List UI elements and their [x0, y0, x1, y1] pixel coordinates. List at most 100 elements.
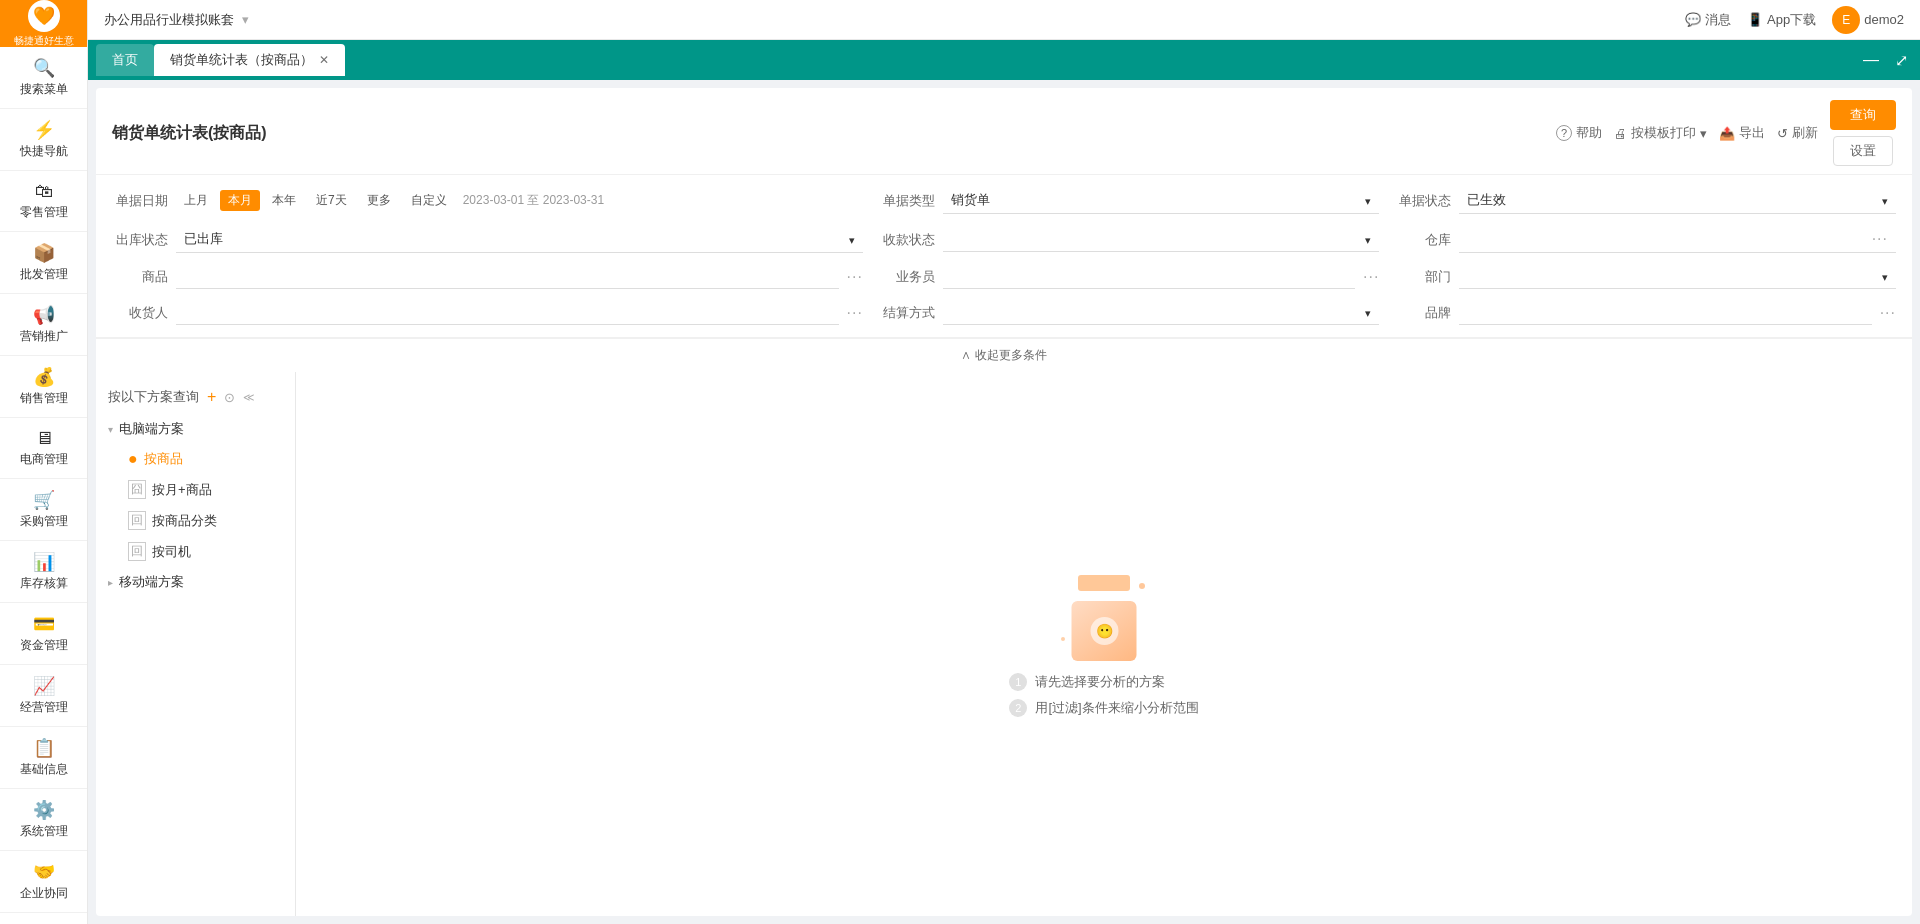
tree-settings-icon[interactable]: ⊙	[224, 390, 235, 405]
doctype-value: 销货单	[951, 191, 990, 209]
app-logo: 🧡 畅捷通好生意	[0, 0, 88, 47]
marketing-icon: 📢	[4, 304, 83, 326]
department-dropdown-icon	[1882, 269, 1888, 284]
receiver-input[interactable]	[176, 301, 839, 325]
warehouse-select[interactable]: ···	[1459, 226, 1896, 253]
sidebar-item-operation[interactable]: 📈 经营管理	[0, 665, 87, 727]
tab-minimize-btn[interactable]: —	[1859, 47, 1883, 73]
sidebar-label-search: 搜索菜单	[4, 81, 83, 98]
brand-label: 品牌	[1395, 304, 1451, 322]
sidebar-item-quicknav[interactable]: ⚡ 快捷导航	[0, 109, 87, 171]
department-select[interactable]	[1459, 265, 1896, 289]
sidebar-item-sales[interactable]: 💰 销售管理	[0, 356, 87, 418]
settlement-select[interactable]	[943, 301, 1380, 325]
tab-close-icon[interactable]: ✕	[319, 53, 329, 67]
sidebar-label-inventory: 库存核算	[4, 575, 83, 592]
tree-node-by-category-label: 按商品分类	[152, 512, 217, 530]
date-btn-more[interactable]: 更多	[359, 190, 399, 211]
logo-text: 畅捷通好生意	[14, 34, 74, 47]
date-btn-this-year[interactable]: 本年	[264, 190, 304, 211]
tab-maximize-btn[interactable]: ⤢	[1891, 47, 1912, 74]
tree-add-icon[interactable]: +	[207, 388, 216, 406]
tree-node-by-month-goods-icon: 囧	[128, 480, 146, 499]
date-btn-7days[interactable]: 近7天	[308, 190, 355, 211]
filter-stockstatus-field: 出库状态 已出库	[112, 226, 863, 253]
sidebar-label-corp: 企业协同	[4, 885, 83, 902]
date-btn-last-month[interactable]: 上月	[176, 190, 216, 211]
download-icon: 📱	[1747, 12, 1763, 27]
sidebar-label-wholesale: 批发管理	[4, 266, 83, 283]
sidebar-item-wholesale[interactable]: 📦 批发管理	[0, 232, 87, 294]
ecommerce-icon: 🖥	[4, 428, 83, 449]
docstatus-select[interactable]: 已生效	[1459, 187, 1896, 214]
sidebar-item-marketing[interactable]: 📢 营销推广	[0, 294, 87, 356]
docstatus-value: 已生效	[1467, 191, 1506, 209]
refresh-btn[interactable]: ↺ 刷新	[1777, 124, 1818, 142]
brand-input[interactable]	[1459, 301, 1871, 325]
sidebar-item-basic[interactable]: 📋 基础信息	[0, 727, 87, 789]
sidebar-item-ecommerce[interactable]: 🖥 电商管理	[0, 418, 87, 479]
sidebar-item-purchase[interactable]: 🛒 采购管理	[0, 479, 87, 541]
sidebar-item-newbie[interactable]: 🌟 新手引导	[0, 913, 87, 924]
stockstatus-select[interactable]: 已出库	[176, 226, 863, 253]
tree-panel: 按以下方案查询 + ⊙ ≪ ▾ 电脑端方案 ● 按商品	[96, 372, 296, 916]
sidebar-item-corp[interactable]: 🤝 企业协同	[0, 851, 87, 913]
tree-node-by-month-goods[interactable]: 囧 按月+商品	[96, 474, 295, 505]
tab-bar: 首页 销货单统计表（按商品） ✕ — ⤢	[88, 40, 1920, 80]
sidebar-label-system: 系统管理	[4, 823, 83, 840]
salesperson-dots[interactable]: ···	[1363, 268, 1379, 286]
goods-label: 商品	[112, 268, 168, 286]
sidebar-item-system[interactable]: ⚙️ 系统管理	[0, 789, 87, 851]
tree-node-by-category[interactable]: 回 按商品分类	[96, 505, 295, 536]
tree-section-mobile[interactable]: ▸ 移动端方案	[96, 567, 295, 597]
date-btn-custom[interactable]: 自定义	[403, 190, 455, 211]
tree-section-pc[interactable]: ▾ 电脑端方案	[96, 414, 295, 444]
help-btn[interactable]: ? 帮助	[1556, 124, 1602, 142]
sidebar-item-retail[interactable]: 🛍 零售管理	[0, 171, 87, 232]
brand-dots[interactable]: ···	[1880, 304, 1896, 322]
query-button[interactable]: 查询	[1830, 100, 1896, 130]
date-label: 单据日期	[112, 192, 168, 210]
warehouse-dots[interactable]: ···	[1872, 230, 1888, 248]
filter-doctype-field: 单据类型 销货单	[879, 187, 1380, 214]
collapse-btn[interactable]: ∧ 收起更多条件	[96, 338, 1912, 372]
retail-icon: 🛍	[4, 181, 83, 202]
sidebar-label-ecommerce: 电商管理	[4, 451, 83, 468]
sidebar-item-inventory[interactable]: 📊 库存核算	[0, 541, 87, 603]
search-icon: 🔍	[4, 57, 83, 79]
payment-select[interactable]	[943, 228, 1380, 252]
filter-receiver-field: 收货人 ···	[112, 301, 863, 325]
messages-label: 消息	[1705, 11, 1731, 29]
user-avatar-btn[interactable]: E demo2	[1832, 6, 1904, 34]
top-header: 办公用品行业模拟账套 ▾ 💬 消息 📱 App下载 E demo2	[88, 0, 1920, 40]
tab-sales-stat[interactable]: 销货单统计表（按商品） ✕	[154, 44, 345, 76]
filter-area: 单据日期 上月 本月 本年 近7天 更多 自定义 2023-03-01 至 20…	[96, 175, 1912, 338]
tree-collapse-icon[interactable]: ≪	[243, 391, 255, 404]
sidebar-item-search[interactable]: 🔍 搜索菜单	[0, 47, 87, 109]
app-download-label: App下载	[1767, 11, 1816, 29]
corp-icon: 🤝	[4, 861, 83, 883]
empty-tip-1: 1 请先选择要分析的方案	[1009, 673, 1198, 691]
messages-btn[interactable]: 💬 消息	[1685, 11, 1731, 29]
panel-header: 销货单统计表(按商品) ? 帮助 🖨 按模板打印 ▾ 📤 导出	[96, 88, 1912, 175]
content-area: 销货单统计表(按商品) ? 帮助 🖨 按模板打印 ▾ 📤 导出	[88, 80, 1920, 924]
settings-button[interactable]: 设置	[1833, 136, 1893, 166]
sidebar-item-finance[interactable]: 💳 资金管理	[0, 603, 87, 665]
workspace-dropdown-icon[interactable]: ▾	[242, 12, 249, 27]
doctype-label: 单据类型	[879, 192, 935, 210]
receiver-dots[interactable]: ···	[847, 304, 863, 322]
doctype-select[interactable]: 销货单	[943, 187, 1380, 214]
tab-home-label: 首页	[112, 51, 138, 69]
salesperson-input[interactable]	[943, 265, 1355, 289]
tree-node-by-goods[interactable]: ● 按商品	[96, 444, 295, 474]
sidebar-label-sales: 销售管理	[4, 390, 83, 407]
sidebar-label-finance: 资金管理	[4, 637, 83, 654]
tab-home[interactable]: 首页	[96, 44, 154, 76]
tree-node-by-driver[interactable]: 回 按司机	[96, 536, 295, 567]
export-btn[interactable]: 📤 导出	[1719, 124, 1765, 142]
print-btn[interactable]: 🖨 按模板打印 ▾	[1614, 124, 1707, 142]
goods-input[interactable]	[176, 265, 839, 289]
date-btn-this-month[interactable]: 本月	[220, 190, 260, 211]
goods-dots[interactable]: ···	[847, 268, 863, 286]
app-download-btn[interactable]: 📱 App下载	[1747, 11, 1816, 29]
